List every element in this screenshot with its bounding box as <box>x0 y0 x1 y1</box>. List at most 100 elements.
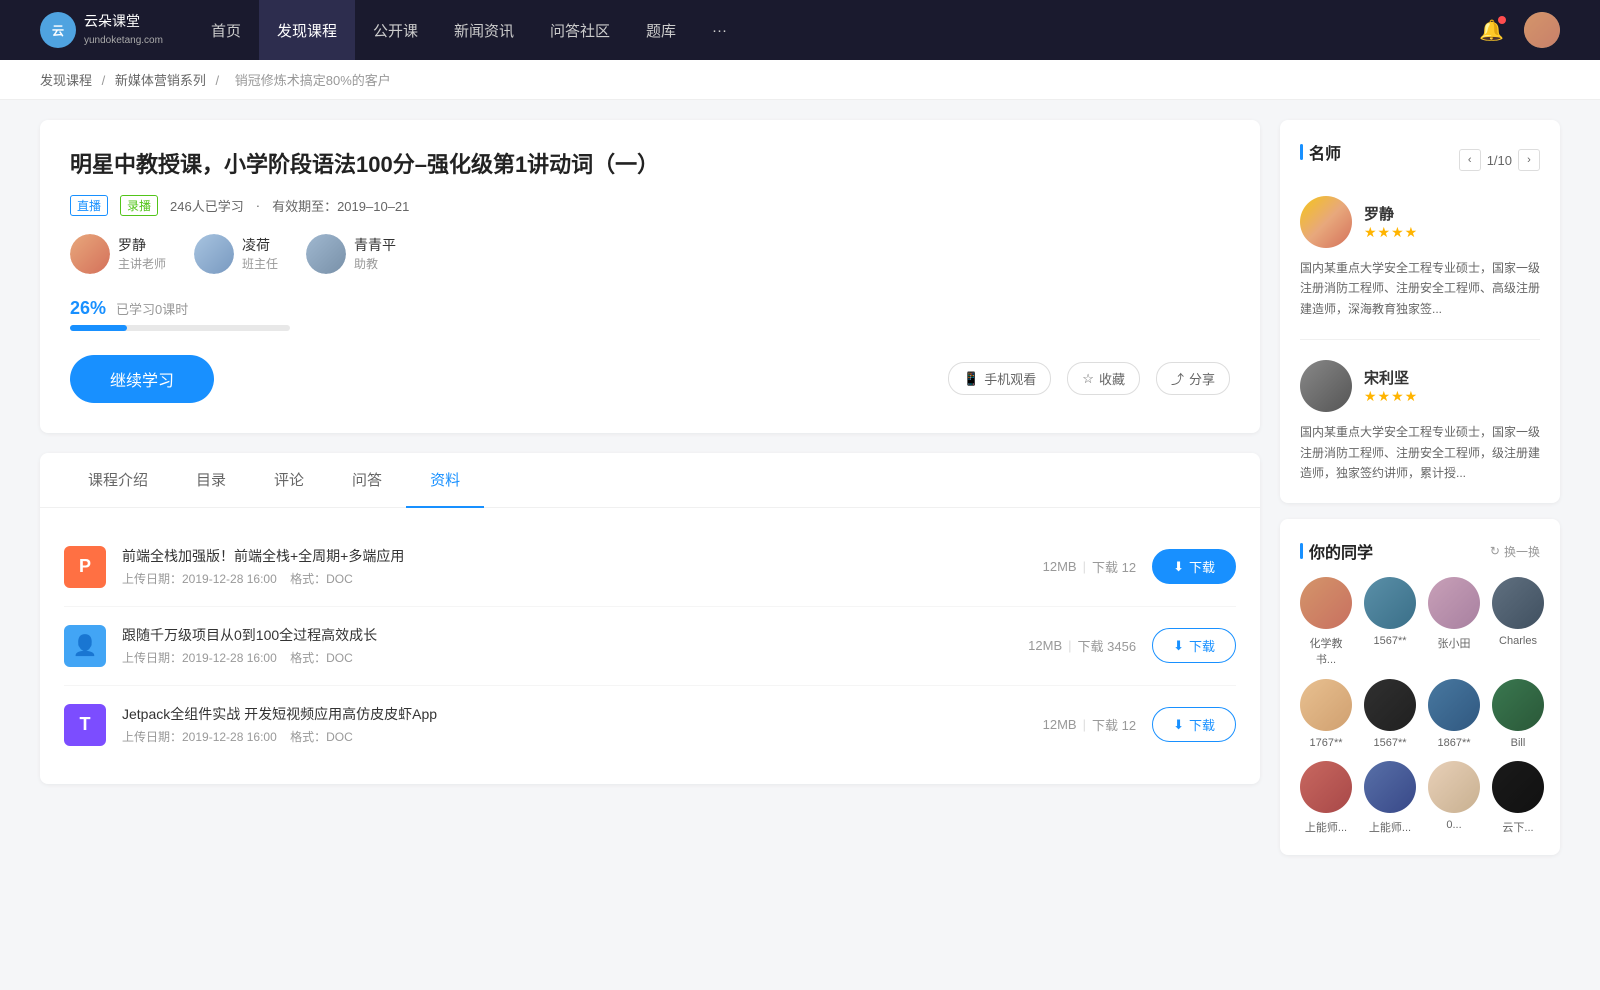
tabs-content: P 前端全栈加强版！前端全栈+全周期+多端应用 上传日期：2019-12-28 … <box>40 508 1260 784</box>
resource-name-3: Jetpack全组件实战 开发短视频应用高仿皮皮虾App <box>122 704 1027 724</box>
classmate-avatar-2 <box>1364 577 1416 629</box>
classmate-name-6: 1567** <box>1373 737 1406 749</box>
classmate-name-7: 1867** <box>1437 737 1470 749</box>
nav-item-qa[interactable]: 问答社区 <box>532 0 628 60</box>
breadcrumb-link-series[interactable]: 新媒体营销系列 <box>115 73 206 88</box>
logo-text: 云朵课堂yundoketang.com <box>84 13 163 47</box>
sidebar-teacher-1: 罗静 ★★★★ 国内某重点大学安全工程专业硕士，国家一级注册消防工程师、注册安全… <box>1300 196 1540 340</box>
download-icon-3: ⬇ <box>1173 717 1184 733</box>
nav-item-more[interactable]: ··· <box>694 0 745 60</box>
classmate-name-12: 云下... <box>1502 819 1533 835</box>
classmate-name-3: 张小田 <box>1438 635 1471 651</box>
download-icon-1: ⬇ <box>1173 559 1184 575</box>
classmate-name-5: 1767** <box>1309 737 1342 749</box>
user-avatar-nav[interactable] <box>1524 12 1560 48</box>
tab-intro[interactable]: 课程介绍 <box>64 453 172 508</box>
progress-text: 已学习0课时 <box>116 299 188 318</box>
classmate-5[interactable]: 1767** <box>1300 679 1352 749</box>
teacher-1: 罗静 主讲老师 <box>70 234 166 274</box>
tab-qa[interactable]: 问答 <box>328 453 406 508</box>
classmate-9[interactable]: 上能师... <box>1300 761 1352 835</box>
badge-record: 录播 <box>120 195 158 216</box>
continue-button[interactable]: 继续学习 <box>70 355 214 403</box>
sidebar: 名师 ‹ 1/10 › 罗静 ★★★★ 国内某重点大学安全工程专业硕士，国家一级… <box>1280 120 1560 871</box>
valid-until: 有效期至：2019–10–21 <box>272 196 409 215</box>
breadcrumb-link-discover[interactable]: 发现课程 <box>40 73 92 88</box>
download-button-2[interactable]: ⬇ 下载 <box>1152 628 1236 663</box>
nav-item-problems[interactable]: 题库 <box>628 0 694 60</box>
classmate-2[interactable]: 1567** <box>1364 577 1416 667</box>
classmate-name-8: Bill <box>1511 737 1526 749</box>
resource-name-1: 前端全栈加强版！前端全栈+全周期+多端应用 <box>122 546 1027 566</box>
mobile-icon: 📱 <box>963 371 979 387</box>
classmate-1[interactable]: 化学教书... <box>1300 577 1352 667</box>
classmate-4[interactable]: Charles <box>1492 577 1544 667</box>
classmate-avatar-11 <box>1428 761 1480 813</box>
nav-item-discover[interactable]: 发现课程 <box>259 0 355 60</box>
teacher-info-1: 罗静 主讲老师 <box>118 235 166 272</box>
nav-right: 🔔 <box>1479 12 1560 48</box>
progress-bar-bg <box>70 325 290 331</box>
resource-meta-3: 上传日期：2019-12-28 16:00 格式：DOC <box>122 728 1027 745</box>
classmates-grid: 化学教书... 1567** 张小田 Charles 1767** <box>1300 577 1540 835</box>
classmate-10[interactable]: 上能师... <box>1364 761 1416 835</box>
tab-catalog[interactable]: 目录 <box>172 453 250 508</box>
progress-section: 26% 已学习0课时 <box>70 298 1230 331</box>
classmate-avatar-4 <box>1492 577 1544 629</box>
resource-name-2: 跟随千万级项目从0到100全过程高效成长 <box>122 625 1012 645</box>
bell-icon[interactable]: 🔔 <box>1479 18 1504 43</box>
classmate-avatar-9 <box>1300 761 1352 813</box>
tab-review[interactable]: 评论 <box>250 453 328 508</box>
nav-item-home[interactable]: 首页 <box>193 0 259 60</box>
resource-meta-2: 上传日期：2019-12-28 16:00 格式：DOC <box>122 649 1012 666</box>
classmate-avatar-10 <box>1364 761 1416 813</box>
classmates-card: 你的同学 ↻ 换一换 化学教书... 1567** 张小田 <box>1280 519 1560 855</box>
sidebar-teacher-avatar-2 <box>1300 360 1352 412</box>
teacher-2: 凌荷 班主任 <box>194 234 278 274</box>
nav-item-news[interactable]: 新闻资讯 <box>436 0 532 60</box>
classmate-name-4: Charles <box>1499 635 1537 647</box>
mobile-watch-button[interactable]: 📱 手机观看 <box>948 362 1051 395</box>
course-title: 明星中教授课，小学阶段语法100分–强化级第1讲动词（一） <box>70 150 1230 181</box>
teacher-role-1: 主讲老师 <box>118 255 166 272</box>
sidebar-teacher-header-1: 罗静 ★★★★ <box>1300 196 1540 248</box>
tab-resources[interactable]: 资料 <box>406 453 484 508</box>
resource-icon-2: 👤 <box>64 625 106 667</box>
classmate-3[interactable]: 张小田 <box>1428 577 1480 667</box>
classmate-avatar-1 <box>1300 577 1352 629</box>
teacher-page: 1/10 <box>1487 153 1512 168</box>
nav-item-public[interactable]: 公开课 <box>355 0 436 60</box>
classmate-8[interactable]: Bill <box>1492 679 1544 749</box>
sidebar-teacher-stars-1: ★★★★ <box>1364 224 1418 241</box>
sidebar-teacher-header-2: 宋利坚 ★★★★ <box>1300 360 1540 412</box>
classmate-7[interactable]: 1867** <box>1428 679 1480 749</box>
breadcrumb: 发现课程 / 新媒体营销系列 / 销冠修炼术搞定80%的客户 <box>0 60 1600 100</box>
favorite-button[interactable]: ☆ 收藏 <box>1067 362 1140 395</box>
sidebar-teacher-avatar-1 <box>1300 196 1352 248</box>
notification-dot <box>1498 16 1506 24</box>
course-actions: 继续学习 📱 手机观看 ☆ 收藏 ⤴ 分享 <box>70 355 1230 403</box>
classmate-avatar-6 <box>1364 679 1416 731</box>
share-button[interactable]: ⤴ 分享 <box>1156 362 1230 395</box>
resource-stats-3: 12MB | 下载 12 <box>1043 715 1136 734</box>
logo-icon: 云 <box>40 12 76 48</box>
students-count: 246人已学习 <box>170 196 244 215</box>
teacher-info-3: 青青平 助教 <box>354 235 396 272</box>
resource-stats-2: 12MB | 下载 3456 <box>1028 636 1136 655</box>
resource-info-3: Jetpack全组件实战 开发短视频应用高仿皮皮虾App 上传日期：2019-1… <box>122 704 1027 745</box>
teacher-prev-button[interactable]: ‹ <box>1459 149 1481 171</box>
teachers-section: 罗静 主讲老师 凌荷 班主任 <box>70 234 1230 274</box>
download-button-1[interactable]: ⬇ 下载 <box>1152 549 1236 584</box>
logo[interactable]: 云 云朵课堂yundoketang.com <box>40 12 163 48</box>
classmate-6[interactable]: 1567** <box>1364 679 1416 749</box>
resource-stats-1: 12MB | 下载 12 <box>1043 557 1136 576</box>
classmate-name-11: 0... <box>1446 819 1461 831</box>
refresh-button[interactable]: ↻ 换一换 <box>1490 543 1540 560</box>
download-button-3[interactable]: ⬇ 下载 <box>1152 707 1236 742</box>
resource-item-2: 👤 跟随千万级项目从0到100全过程高效成长 上传日期：2019-12-28 1… <box>64 607 1236 686</box>
classmate-12[interactable]: 云下... <box>1492 761 1544 835</box>
meta-sep: · <box>256 198 260 213</box>
teacher-next-button[interactable]: › <box>1518 149 1540 171</box>
sidebar-teacher-info-1: 罗静 ★★★★ <box>1364 203 1418 241</box>
classmate-11[interactable]: 0... <box>1428 761 1480 835</box>
